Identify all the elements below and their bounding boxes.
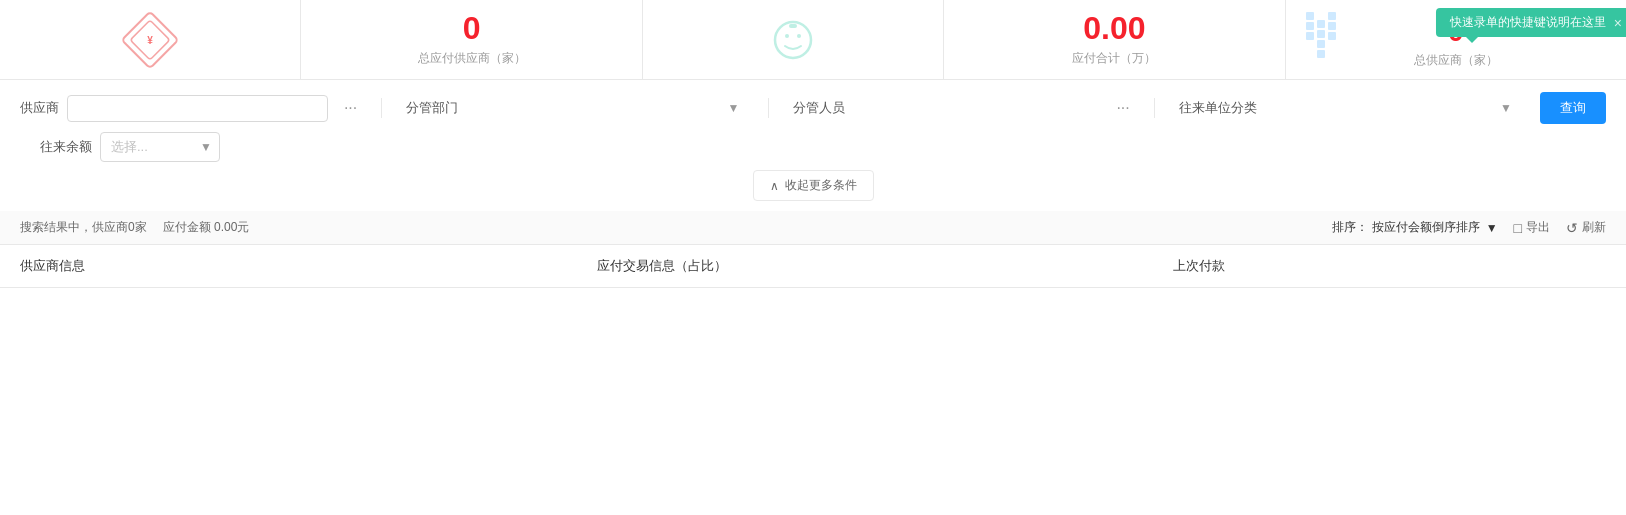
export-icon: □: [1514, 220, 1522, 236]
payable-suppliers-label: 总应付供应商（家）: [418, 50, 526, 67]
supplier-filter: 供应商 ···: [20, 95, 357, 122]
col-header-supplier: 供应商信息: [20, 257, 597, 275]
manager-input[interactable]: [853, 96, 1101, 121]
query-button[interactable]: 查询: [1540, 92, 1606, 124]
svg-text:¥: ¥: [147, 35, 153, 46]
tooltip-close-btn[interactable]: ×: [1614, 15, 1622, 31]
payable-total-number: 0.00: [1083, 12, 1145, 44]
collapse-text: 收起更多条件: [785, 177, 857, 194]
supplier-input[interactable]: [67, 95, 328, 122]
collapse-row: ∧ 收起更多条件: [0, 162, 1626, 211]
piggy-icon-area: [643, 0, 944, 79]
sort-option: 按应付会额倒序排序: [1372, 219, 1480, 236]
balance-placeholder: 选择...: [111, 139, 148, 154]
divider-3: [1154, 98, 1155, 118]
sort-arrow: ▼: [1486, 221, 1498, 235]
tooltip-text: 快速录单的快捷键说明在这里: [1450, 14, 1606, 31]
export-label: 导出: [1526, 219, 1550, 236]
tooltip-bubble: 快速录单的快捷键说明在这里 ×: [1436, 8, 1626, 37]
balance-label: 往来余额: [40, 138, 92, 156]
stats-bar: ¥ 0 总应付供应商（家） 0.00 应付合计（万） 快速录单的快捷键说明在这里…: [0, 0, 1626, 80]
manager-dots[interactable]: ···: [1116, 99, 1129, 117]
balance-filter: 往来余额 选择... ▼: [40, 132, 220, 162]
results-info: 搜索结果中，供应商0家 应付金额 0.00元: [20, 219, 249, 236]
payable-total-label: 应付合计（万）: [1072, 50, 1156, 67]
payable-suppliers-number: 0: [463, 12, 481, 44]
svg-point-5: [797, 34, 801, 38]
unit-category-label: 往来单位分类: [1179, 99, 1257, 117]
sort-selector[interactable]: 排序： 按应付会额倒序排序 ▼: [1332, 219, 1498, 236]
filter-section: 供应商 ··· 分管部门 ▼ 分管人员 ···: [0, 80, 1626, 162]
supplier-input-wrapper: [67, 95, 328, 122]
total-suppliers-label: 总供应商（家）: [1414, 52, 1498, 69]
building-icon: [1306, 12, 1336, 58]
sort-prefix: 排序：: [1332, 219, 1368, 236]
results-actions: 排序： 按应付会额倒序排序 ▼ □ 导出 ↺ 刷新: [1332, 219, 1606, 236]
table-header: 供应商信息 应付交易信息（占比） 上次付款: [0, 245, 1626, 288]
refresh-icon: ↺: [1566, 220, 1578, 236]
filter-row-1: 供应商 ··· 分管部门 ▼ 分管人员 ···: [20, 92, 1606, 124]
piggy-icon: [765, 12, 821, 68]
svg-point-4: [785, 34, 789, 38]
department-filter: 分管部门 ▼: [406, 96, 743, 121]
results-bar: 搜索结果中，供应商0家 应付金额 0.00元 排序： 按应付会额倒序排序 ▼ □…: [0, 211, 1626, 245]
col-header-transaction: 应付交易信息（占比）: [597, 257, 1174, 275]
refresh-label: 刷新: [1582, 219, 1606, 236]
unit-category-select[interactable]: [1265, 96, 1516, 121]
manager-input-wrapper: [853, 96, 1101, 121]
collapse-button[interactable]: ∧ 收起更多条件: [753, 170, 874, 201]
search-result-label: 搜索结果中，供应商0家: [20, 219, 147, 236]
svg-rect-6: [789, 24, 797, 28]
collapse-icon: ∧: [770, 179, 779, 193]
stat-payable-total: 0.00 应付合计（万）: [944, 0, 1285, 79]
department-select[interactable]: [466, 96, 743, 121]
unit-category-filter: 往来单位分类 ▼: [1179, 96, 1516, 121]
col-header-lastpay: 上次付款: [1173, 257, 1606, 275]
table-body: [0, 288, 1626, 515]
balance-select[interactable]: 选择...: [100, 132, 220, 162]
unit-category-select-wrapper: ▼: [1265, 96, 1516, 121]
department-label: 分管部门: [406, 99, 458, 117]
manager-filter: 分管人员 ···: [793, 96, 1130, 121]
divider-1: [381, 98, 382, 118]
divider-2: [768, 98, 769, 118]
supplier-label: 供应商: [20, 99, 59, 117]
export-button[interactable]: □ 导出: [1514, 219, 1550, 236]
logo-area: ¥: [0, 0, 301, 79]
diamond-icon: ¥: [122, 12, 178, 68]
refresh-button[interactable]: ↺ 刷新: [1566, 219, 1606, 236]
department-select-wrapper: ▼: [466, 96, 743, 121]
stat-total-suppliers: 快速录单的快捷键说明在这里 × 0 总供应商（家）: [1286, 0, 1626, 79]
amount-label: 应付金额 0.00元: [163, 219, 250, 236]
supplier-dots[interactable]: ···: [344, 99, 357, 117]
filter-row-2: 往来余额 选择... ▼: [20, 124, 1606, 162]
stat-payable-suppliers: 0 总应付供应商（家）: [301, 0, 642, 79]
balance-select-wrapper: 选择... ▼: [100, 132, 220, 162]
manager-label: 分管人员: [793, 99, 845, 117]
